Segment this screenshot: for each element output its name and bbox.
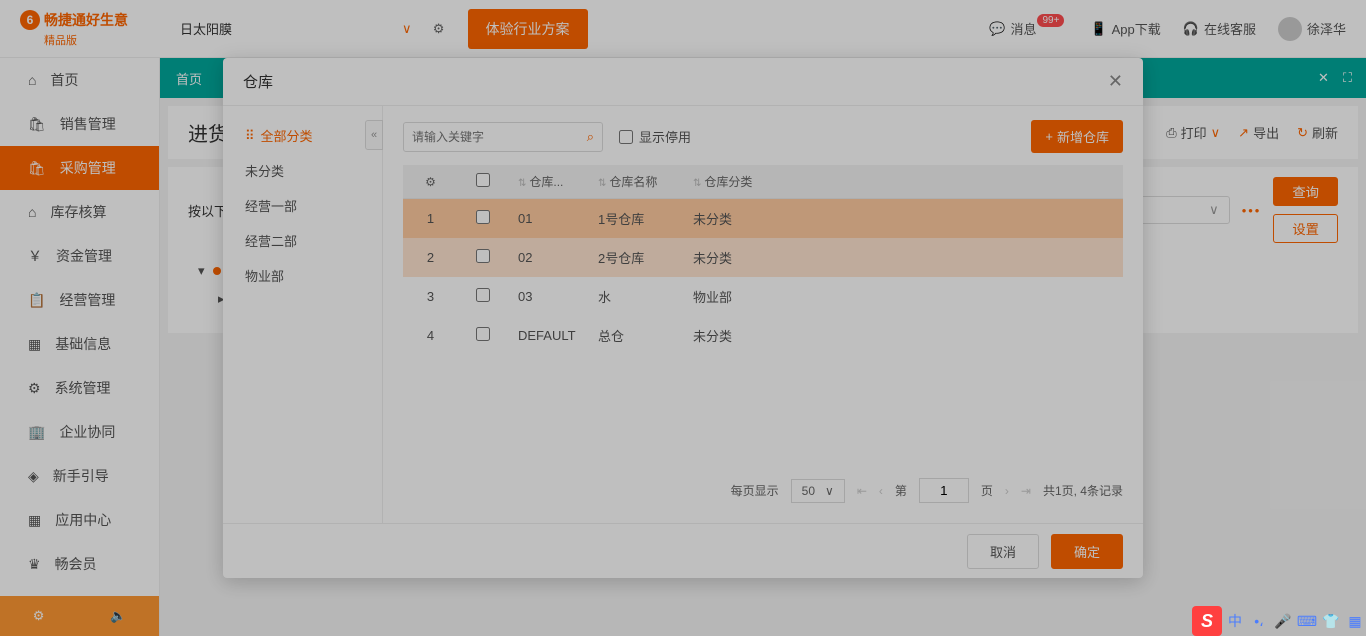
ime-toolbar: S 中 •، 🎤 ⌨ 👕 ▦ — [1192, 606, 1366, 636]
ime-grid-icon[interactable]: ▦ — [1344, 610, 1366, 632]
ime-skin-icon[interactable]: 👕 — [1320, 610, 1342, 632]
ime-punct-icon[interactable]: •، — [1248, 610, 1270, 632]
ime-lang-icon[interactable]: 中 — [1224, 610, 1246, 632]
ime-keyboard-icon[interactable]: ⌨ — [1296, 610, 1318, 632]
modal-overlay[interactable] — [0, 0, 1366, 636]
ime-logo-icon[interactable]: S — [1192, 606, 1222, 636]
ime-mic-icon[interactable]: 🎤 — [1272, 610, 1294, 632]
